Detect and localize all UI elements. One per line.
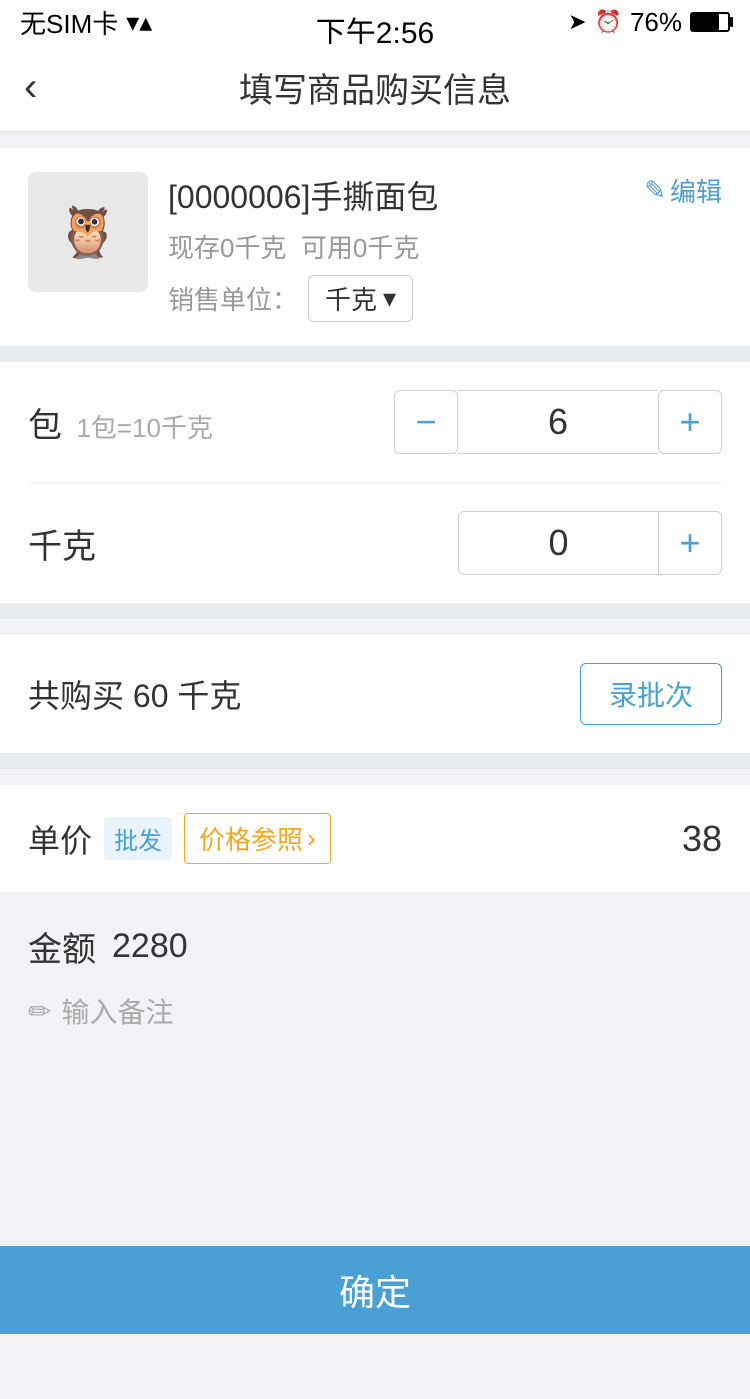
back-button[interactable]: ‹ (24, 65, 37, 110)
pack-quantity-control: − + (394, 390, 722, 454)
kg-quantity-input[interactable] (458, 511, 658, 575)
amount-value: 2280 (112, 927, 188, 966)
pack-minus-button[interactable]: − (394, 390, 458, 454)
unit-label: 销售单位： (168, 280, 298, 317)
confirm-bar[interactable]: 确定 (0, 1246, 750, 1334)
pack-row: 包 1包=10千克 − + (28, 362, 722, 483)
kg-label-group: 千克 (28, 519, 96, 568)
pack-label: 包 (28, 407, 62, 445)
price-section: 单价 批发 价格参照 › 38 (0, 785, 750, 892)
product-name: [0000006]手撕面包 (168, 172, 722, 218)
pencil-icon: ✏ (28, 995, 51, 1028)
product-logo: 🦉 (57, 203, 119, 262)
location-icon: ➤ (568, 9, 586, 35)
price-ref-button[interactable]: 价格参照 › (184, 813, 331, 864)
product-unit-row: 销售单位： 千克 ▾ (168, 275, 722, 322)
battery-icon (690, 12, 730, 32)
kg-row: 千克 + (28, 483, 722, 603)
total-label: 共购买 60 千克 (28, 671, 241, 717)
pack-quantity-input[interactable] (458, 390, 658, 454)
product-image: 🦉 (28, 172, 148, 292)
price-tag: 批发 (104, 817, 172, 860)
page-title: 填写商品购买信息 (239, 63, 511, 112)
nav-bar: ‹ 填写商品购买信息 (0, 44, 750, 132)
confirm-button[interactable]: 确定 (339, 1264, 411, 1316)
carrier-text: 无SIM卡 (20, 4, 118, 41)
pack-sublabel: 1包=10千克 (76, 413, 213, 443)
bottom-area (0, 1059, 750, 1399)
amount-section: 金额 2280 ✏ 输入备注 (0, 894, 750, 1059)
kg-quantity-control: + (458, 511, 722, 575)
total-section: 共购买 60 千克 录批次 (0, 635, 750, 753)
product-card: 🦉 [0000006]手撕面包 现存0千克 可用0千克 销售单位： 千克 ▾ ✎… (0, 148, 750, 346)
edit-button[interactable]: ✎ 编辑 (644, 172, 722, 209)
wifi-icon: ▾▴ (126, 7, 152, 38)
product-info: [0000006]手撕面包 现存0千克 可用0千克 销售单位： 千克 ▾ (168, 172, 722, 322)
remark-row[interactable]: ✏ 输入备注 (28, 991, 722, 1031)
kg-label: 千克 (28, 528, 96, 566)
price-value: 38 (682, 818, 722, 860)
alarm-icon: ⏰ (595, 9, 622, 35)
price-label: 单价 (28, 816, 92, 862)
unit-select[interactable]: 千克 ▾ (308, 275, 413, 322)
battery-percent: 76% (630, 7, 682, 38)
quantity-section: 包 1包=10千克 − + 千克 + (0, 362, 750, 603)
edit-icon: ✎ (644, 175, 666, 206)
status-bar: 无SIM卡 ▾▴ 下午2:56 ➤ ⏰ 76% (0, 0, 750, 44)
price-label-row: 单价 批发 价格参照 › (28, 813, 331, 864)
product-stock: 现存0千克 可用0千克 (168, 228, 722, 265)
pack-plus-button[interactable]: + (658, 390, 722, 454)
batch-button[interactable]: 录批次 (580, 663, 722, 725)
chevron-right-icon: › (307, 823, 316, 854)
divider-2 (0, 603, 750, 619)
dropdown-icon: ▾ (383, 283, 396, 314)
divider-1 (0, 346, 750, 362)
remark-placeholder: 输入备注 (61, 991, 173, 1031)
divider-3 (0, 753, 750, 769)
amount-row: 金额 2280 (28, 922, 722, 971)
amount-label: 金额 (28, 922, 96, 971)
status-left: 无SIM卡 ▾▴ (20, 4, 152, 41)
kg-plus-button[interactable]: + (658, 511, 722, 575)
pack-label-group: 包 1包=10千克 (28, 398, 213, 447)
status-right: ➤ ⏰ 76% (568, 7, 730, 38)
